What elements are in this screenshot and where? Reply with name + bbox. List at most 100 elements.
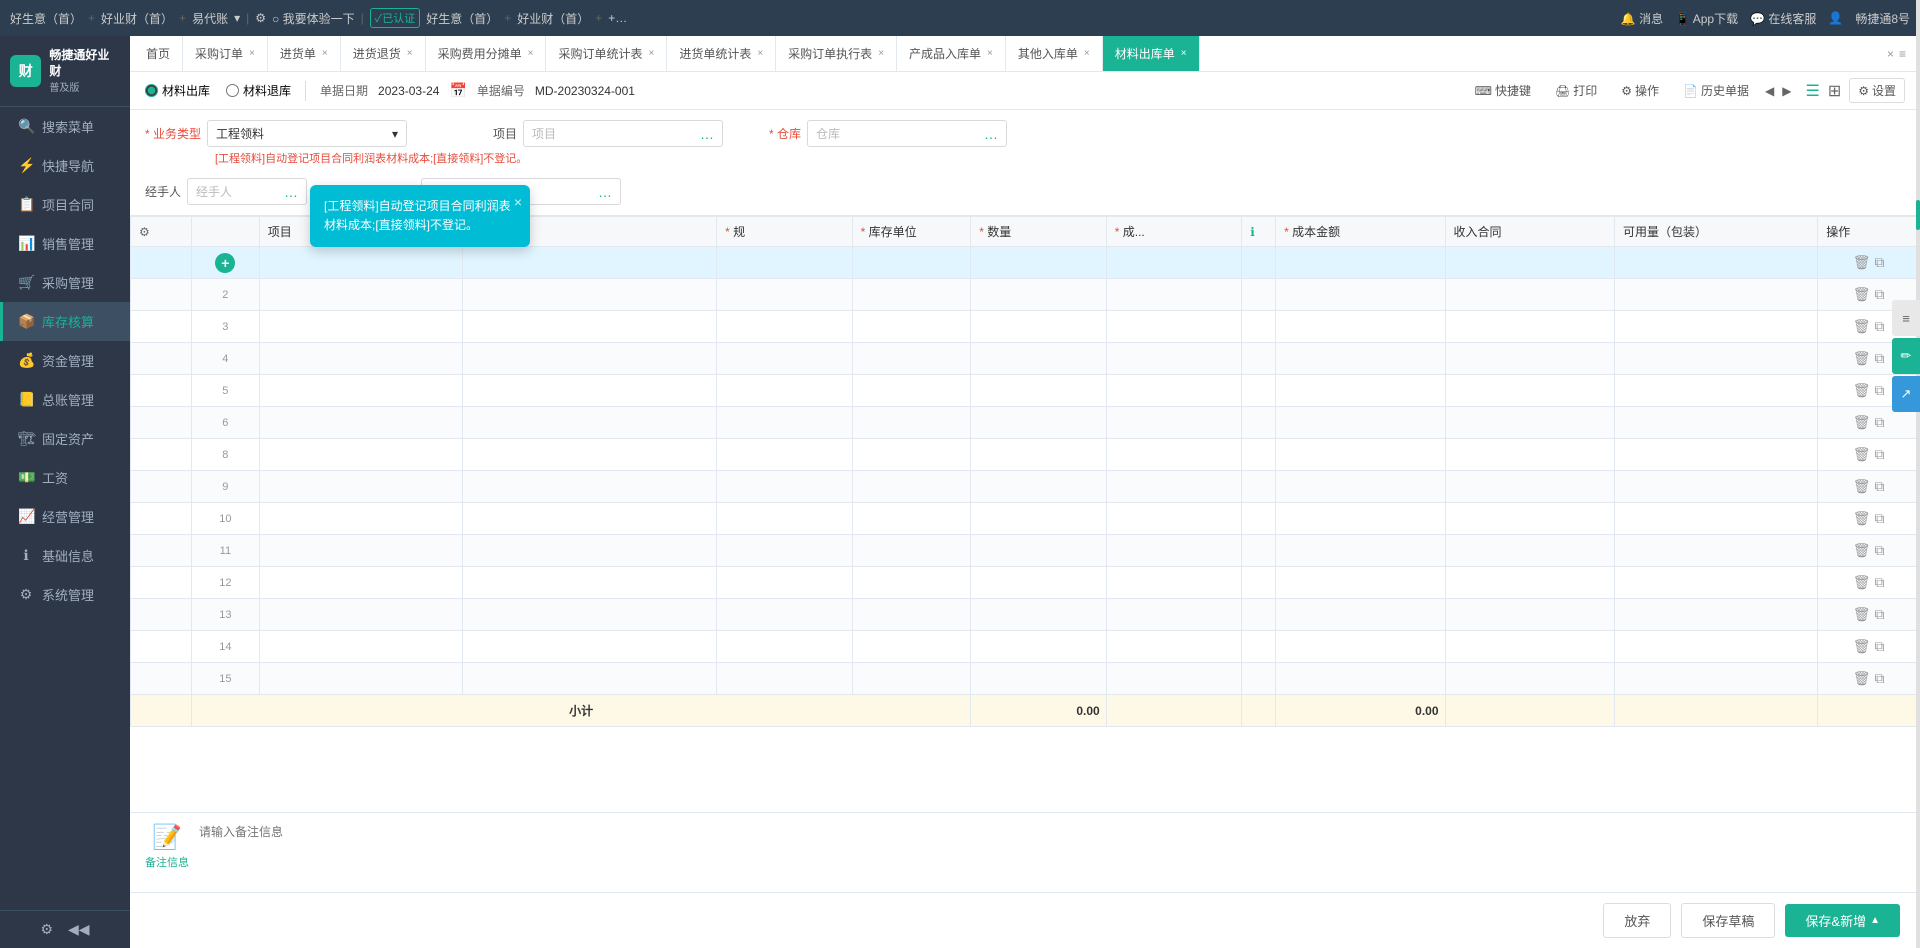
nav-username[interactable]: 畅捷通8号 bbox=[1855, 10, 1910, 27]
tab-goods-stats[interactable]: 进货单统计表 × bbox=[667, 36, 776, 71]
print-btn[interactable]: 🖨 打印 bbox=[1547, 79, 1605, 102]
note-input[interactable] bbox=[199, 823, 1905, 873]
discard-btn[interactable]: 放弃 bbox=[1603, 903, 1671, 938]
tab-other-receipt[interactable]: 其他入库单 × bbox=[1006, 36, 1103, 71]
td-qty-1[interactable] bbox=[971, 247, 1107, 279]
tooltip-close-btn[interactable]: × bbox=[514, 191, 522, 213]
tab-purchase-exec[interactable]: 采购订单执行表 × bbox=[776, 36, 897, 71]
project-dots-icon[interactable]: … bbox=[700, 126, 714, 142]
tab-purchase-cost[interactable]: 采购费用分摊单 × bbox=[426, 36, 547, 71]
delete-row-6-btn[interactable]: 🗑 bbox=[1853, 414, 1871, 431]
td-unit-2[interactable] bbox=[852, 279, 971, 311]
right-panel-btn-1[interactable]: ≡ bbox=[1892, 300, 1920, 336]
sidebar-item-accounting[interactable]: 📒 总账管理 bbox=[0, 380, 130, 419]
delete-row-15-btn[interactable]: 🗑 bbox=[1853, 670, 1871, 687]
sidebar-item-salary[interactable]: 💵 工资 bbox=[0, 458, 130, 497]
nav-haoyecai[interactable]: 好业财（首） bbox=[101, 10, 173, 27]
delete-row-12-btn[interactable]: 🗑 bbox=[1853, 574, 1871, 591]
view-list-btn[interactable]: ☰ bbox=[1805, 81, 1819, 101]
sidebar-item-purchase[interactable]: 🛒 采购管理 bbox=[0, 263, 130, 302]
tab-purchase-order-close[interactable]: × bbox=[249, 48, 255, 59]
nav-user-avatar[interactable]: 👤 bbox=[1828, 11, 1843, 25]
nav-haoshengyi2[interactable]: 好生意（首） bbox=[426, 10, 498, 27]
table-settings-icon[interactable]: ⚙ bbox=[139, 225, 150, 239]
sidebar-item-project[interactable]: 📋 项目合同 bbox=[0, 185, 130, 224]
tab-finished-goods[interactable]: 产成品入库单 × bbox=[897, 36, 1006, 71]
save-draft-btn[interactable]: 保存草稿 bbox=[1681, 903, 1775, 938]
td-cost-amount-1[interactable] bbox=[1276, 247, 1445, 279]
quick-key-btn[interactable]: ⌨ 快捷键 bbox=[1467, 79, 1539, 102]
copy-row-4-btn[interactable]: ⧉ bbox=[1875, 350, 1885, 367]
sidebar-item-finance[interactable]: 💰 资金管理 bbox=[0, 341, 130, 380]
td-project-2[interactable] bbox=[259, 279, 462, 311]
radio-material-issue[interactable]: 材料出库 bbox=[145, 82, 210, 99]
td-material-1[interactable] bbox=[463, 247, 717, 279]
tab-material-issue[interactable]: 材料出库单 × bbox=[1103, 36, 1200, 71]
warehouse-input[interactable]: 仓库 … bbox=[807, 120, 1007, 147]
copy-row-2-btn[interactable]: ⧉ bbox=[1875, 286, 1885, 303]
td-available-2[interactable] bbox=[1614, 279, 1817, 311]
tab-material-issue-close[interactable]: × bbox=[1181, 48, 1187, 59]
date-value[interactable]: 2023-03-24 bbox=[378, 84, 439, 98]
copy-row-6-btn[interactable]: ⧉ bbox=[1875, 414, 1885, 431]
tab-home[interactable]: 首页 bbox=[134, 36, 183, 71]
nav-haoshengyi[interactable]: 好生意（首） bbox=[10, 10, 82, 27]
nav-settings-icon[interactable]: ⚙ bbox=[255, 11, 266, 25]
radio-material-issue-input[interactable] bbox=[145, 84, 158, 97]
nav-yidaizhang[interactable]: 易代账 bbox=[192, 10, 228, 27]
info-icon[interactable]: ℹ bbox=[1250, 225, 1255, 239]
handler-input[interactable]: 经手人 … bbox=[187, 178, 307, 205]
delete-row-3-btn[interactable]: 🗑 bbox=[1853, 318, 1871, 335]
nav-next-btn[interactable]: ▶ bbox=[1782, 84, 1791, 98]
delete-row-14-btn[interactable]: 🗑 bbox=[1853, 638, 1871, 655]
copy-row-15-btn[interactable]: ⧉ bbox=[1875, 670, 1885, 687]
nav-prev-btn[interactable]: ◀ bbox=[1765, 84, 1774, 98]
td-spec-1[interactable] bbox=[717, 247, 853, 279]
th-info[interactable]: ℹ bbox=[1242, 217, 1276, 247]
tab-finished-goods-close[interactable]: × bbox=[987, 48, 993, 59]
delete-row-1-btn[interactable]: 🗑 bbox=[1853, 254, 1871, 271]
copy-row-8-btn[interactable]: ⧉ bbox=[1875, 446, 1885, 463]
income-contract-dots-icon[interactable]: … bbox=[598, 184, 612, 200]
tab-goods-return[interactable]: 进货退货 × bbox=[341, 36, 426, 71]
td-income-2[interactable] bbox=[1445, 279, 1614, 311]
sidebar-item-fixed-assets[interactable]: 🏗 固定资产 bbox=[0, 419, 130, 458]
delete-row-8-btn[interactable]: 🗑 bbox=[1853, 446, 1871, 463]
nav-haoyecai2[interactable]: 好业财（首） bbox=[517, 10, 589, 27]
sidebar-item-ops[interactable]: 📈 经营管理 bbox=[0, 497, 130, 536]
copy-row-5-btn[interactable]: ⧉ bbox=[1875, 382, 1885, 399]
sidebar-settings-btn[interactable]: ⚙ bbox=[40, 921, 53, 938]
td-unit-1[interactable] bbox=[852, 247, 971, 279]
tab-goods-receipt-close[interactable]: × bbox=[322, 48, 328, 59]
nav-app-download[interactable]: 📱 App下载 bbox=[1675, 10, 1738, 27]
right-panel-btn-2[interactable]: ✏ bbox=[1892, 338, 1920, 374]
td-cost-2[interactable] bbox=[1106, 279, 1242, 311]
tab-purchase-exec-close[interactable]: × bbox=[878, 48, 884, 59]
td-qty-2[interactable] bbox=[971, 279, 1107, 311]
delete-row-11-btn[interactable]: 🗑 bbox=[1853, 542, 1871, 559]
save-new-btn[interactable]: 保存&新增 ▲ bbox=[1785, 904, 1900, 937]
radio-material-return-input[interactable] bbox=[226, 84, 239, 97]
td-cost-amount-2[interactable] bbox=[1276, 279, 1445, 311]
td-available-1[interactable] bbox=[1614, 247, 1817, 279]
radio-material-return[interactable]: 材料退库 bbox=[226, 82, 291, 99]
history-btn[interactable]: 📄 历史单据 bbox=[1675, 79, 1757, 102]
business-type-input[interactable]: 工程领料 ▾ bbox=[207, 120, 407, 147]
tab-purchase-stats-close[interactable]: × bbox=[648, 48, 654, 59]
copy-row-13-btn[interactable]: ⧉ bbox=[1875, 606, 1885, 623]
operations-btn[interactable]: ⚙ 操作 bbox=[1613, 79, 1667, 102]
sidebar-item-inventory[interactable]: 📦 库存核算 bbox=[0, 302, 130, 341]
td-income-1[interactable] bbox=[1445, 247, 1614, 279]
delete-row-13-btn[interactable]: 🗑 bbox=[1853, 606, 1871, 623]
nav-message[interactable]: 🔔 消息 bbox=[1621, 10, 1663, 27]
sidebar-item-search[interactable]: 🔍 搜索菜单 bbox=[0, 107, 130, 146]
delete-row-2-btn[interactable]: 🗑 bbox=[1853, 286, 1871, 303]
copy-row-1-btn[interactable]: ⧉ bbox=[1875, 254, 1885, 271]
sidebar-item-system[interactable]: ⚙ 系统管理 bbox=[0, 575, 130, 614]
copy-row-10-btn[interactable]: ⧉ bbox=[1875, 510, 1885, 527]
tab-goods-return-close[interactable]: × bbox=[407, 48, 413, 59]
nav-more[interactable]: +… bbox=[608, 11, 627, 25]
delete-row-9-btn[interactable]: 🗑 bbox=[1853, 478, 1871, 495]
sidebar-collapse-btn[interactable]: ◀◀ bbox=[68, 921, 90, 938]
sidebar-item-quick-nav[interactable]: ⚡ 快捷导航 bbox=[0, 146, 130, 185]
